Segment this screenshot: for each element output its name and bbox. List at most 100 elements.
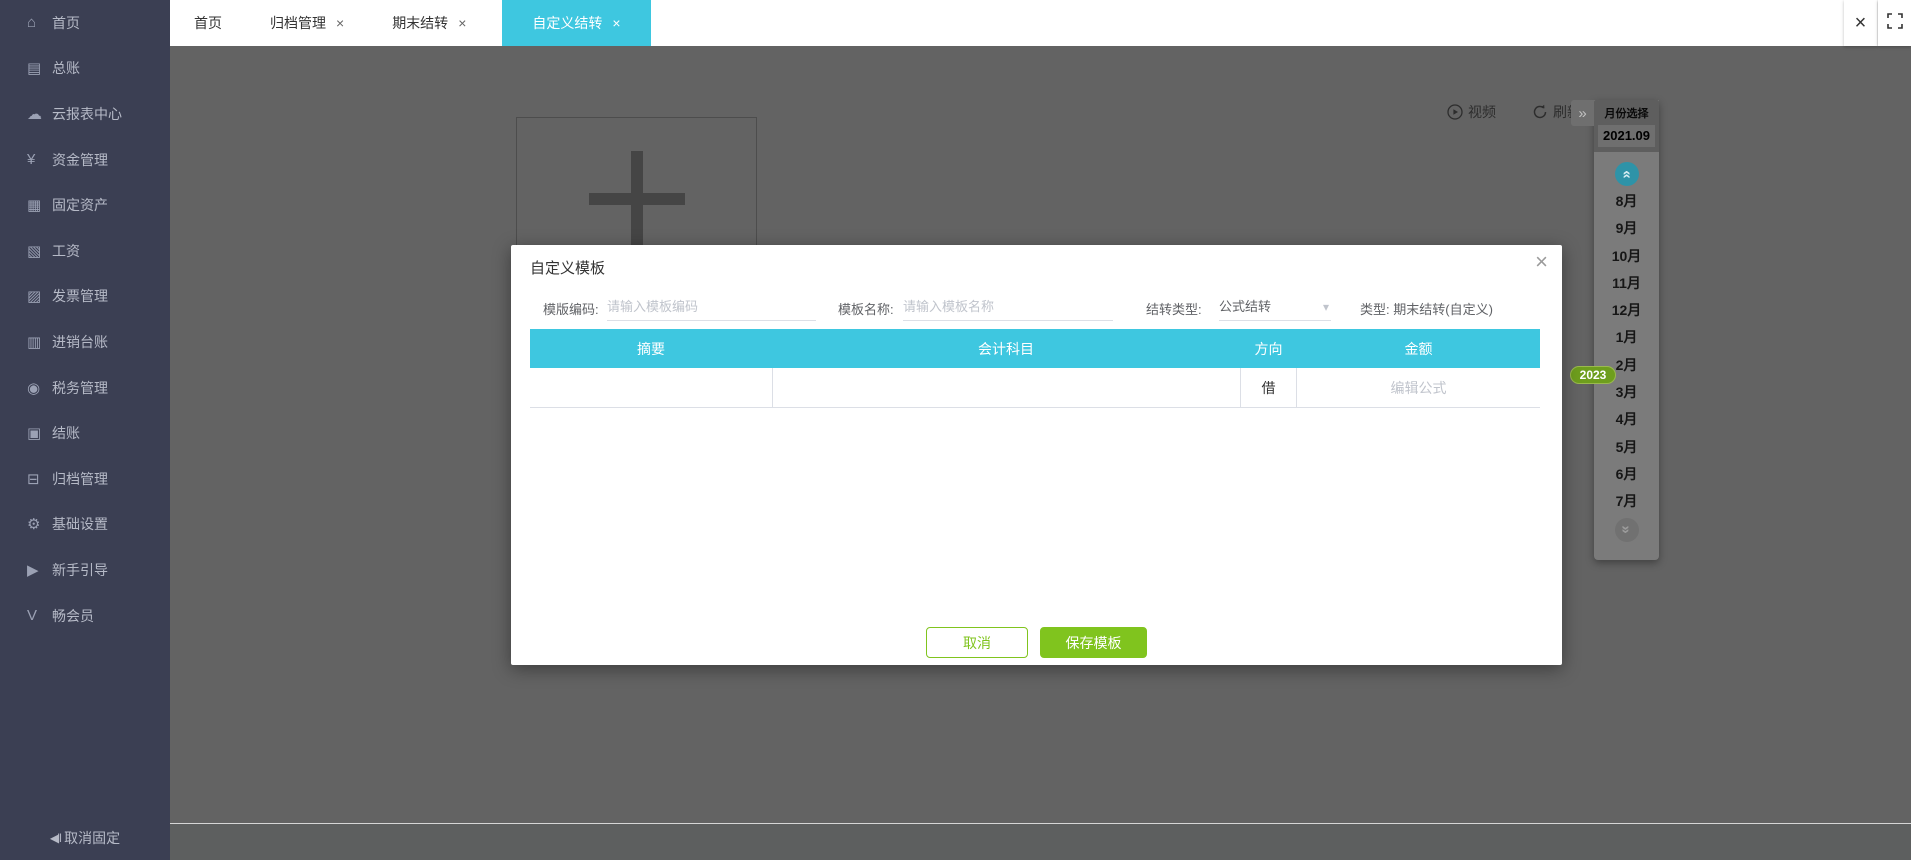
chevron-down-icon: ▾ — [1322, 300, 1329, 314]
sidebar-item-cloud-reports[interactable]: ☁ 云报表中心 — [0, 91, 170, 137]
tab-close-icon[interactable]: × — [458, 15, 466, 31]
tab-close-icon[interactable]: × — [612, 15, 620, 31]
current-period: 2021.09 — [1598, 125, 1655, 147]
video-button[interactable]: 视频 — [1447, 102, 1496, 122]
month-item-may[interactable]: 5月 — [1594, 434, 1659, 461]
sidebar-item-label: 资金管理 — [52, 151, 108, 168]
month-item-apr[interactable]: 4月 — [1594, 406, 1659, 433]
modal-close-icon[interactable]: × — [1535, 249, 1548, 275]
panel-collapse-button[interactable]: » — [1571, 100, 1594, 126]
sidebar-item-label: 工资 — [52, 242, 80, 259]
template-kind-text: 类型: 期末结转(自定义) — [1360, 299, 1493, 318]
modal-title: 自定义模板 — [530, 260, 606, 277]
month-item-jan[interactable]: 1月 — [1594, 324, 1659, 351]
month-item-jul[interactable]: 7月 — [1594, 488, 1659, 515]
sidebar: ⌂ 首页 ▤ 总账 ☁ 云报表中心 ¥ 资金管理 ▦ 固定资产 ▧ 工资 ▨ 发… — [0, 0, 170, 860]
sidebar-item-label: 进销台账 — [52, 333, 108, 350]
col-header-amount: 金额 — [1404, 340, 1433, 357]
sidebar-item-home[interactable]: ⌂ 首页 — [0, 0, 170, 46]
sidebar-item-label: 新手引导 — [52, 561, 108, 578]
month-selector-panel: » 月份选择 2021.09 » 8月 9月 10月 11月 12月 1月 2月… — [1570, 100, 1659, 560]
tab-archive-management[interactable]: 归档管理 × — [246, 0, 368, 46]
sidebar-item-beginner-guide[interactable]: ▶ 新手引导 — [0, 547, 170, 593]
video-label: 视频 — [1468, 104, 1496, 120]
chevron-up-icon: » — [1618, 169, 1635, 179]
tab-close-icon[interactable]: × — [336, 15, 344, 31]
sidebar-item-label: 首页 — [52, 14, 80, 31]
play-circle-icon — [1447, 104, 1463, 120]
sidebar-item-purchase-sales[interactable]: ▥ 进销台账 — [0, 319, 170, 365]
unpin-sidebar-button[interactable]: ◀‖ 取消固定 — [0, 828, 170, 848]
template-code-label: 模版编码: — [543, 302, 599, 317]
content-bottom-strip — [170, 823, 1911, 860]
payroll-icon: ▧ — [27, 242, 42, 260]
sidebar-item-label: 发票管理 — [52, 288, 108, 305]
vip-icon: V — [27, 607, 38, 625]
sidebar-item-tax[interactable]: ◉ 税务管理 — [0, 365, 170, 411]
amount-formula-cell[interactable]: 编辑公式 — [1297, 368, 1540, 407]
sidebar-item-fixed-assets[interactable]: ▦ 固定资产 — [0, 182, 170, 228]
home-icon: ⌂ — [27, 14, 37, 32]
invoice-icon: ▨ — [27, 288, 42, 306]
month-panel-title: 月份选择 — [1604, 108, 1649, 120]
save-template-button[interactable]: 保存模板 — [1040, 627, 1147, 658]
sidebar-item-archive[interactable]: ⊟ 归档管理 — [0, 456, 170, 502]
sidebar-item-general-ledger[interactable]: ▤ 总账 — [0, 46, 170, 92]
tab-period-end-transfer[interactable]: 期末结转 × — [368, 0, 490, 46]
tax-icon: ◉ — [27, 379, 41, 397]
tab-label: 首页 — [194, 15, 222, 31]
kind-value: 期末结转(自定义) — [1393, 302, 1493, 317]
month-item-nov[interactable]: 11月 — [1594, 270, 1659, 297]
tab-custom-transfer-active[interactable]: 自定义结转 × — [502, 0, 651, 46]
sidebar-item-membership[interactable]: V 畅会员 — [0, 593, 170, 639]
account-cell[interactable] — [772, 368, 1240, 407]
custom-template-modal: 自定义模板 × 模版编码: 模板名称: 结转类型: 公式结转 ▾ 类型: 期末结… — [511, 245, 1562, 665]
chevron-right-icon: » — [1578, 104, 1587, 122]
sidebar-item-closing[interactable]: ▣ 结账 — [0, 410, 170, 456]
archive-icon: ⊟ — [27, 470, 40, 488]
month-item-dec[interactable]: 12月 — [1594, 297, 1659, 324]
play-box-icon: ▶ — [27, 561, 39, 579]
template-code-input[interactable] — [607, 293, 816, 321]
building-icon: ▦ — [27, 197, 42, 215]
sidebar-item-label: 税务管理 — [52, 379, 108, 396]
month-list: » 8月 9月 10月 11月 12月 1月 2月 3月 4月 5月 6月 7月… — [1570, 152, 1659, 544]
kind-label: 类型: — [1360, 302, 1390, 317]
sidebar-item-funds[interactable]: ¥ 资金管理 — [0, 137, 170, 183]
col-header-summary: 摘要 — [637, 340, 665, 357]
sidebar-item-label: 基础设置 — [52, 516, 108, 533]
chevron-down-icon: » — [1618, 525, 1635, 534]
direction-cell[interactable]: 借 — [1240, 368, 1297, 407]
app-root: ⌂ 首页 ▤ 总账 ☁ 云报表中心 ¥ 资金管理 ▦ 固定资产 ▧ 工资 ▨ 发… — [0, 0, 1911, 860]
window-close-button[interactable]: × — [1844, 0, 1877, 46]
transfer-type-value: 公式结转 — [1219, 299, 1272, 314]
month-item-jun[interactable]: 6月 — [1594, 461, 1659, 488]
template-entries-table: 摘要 会计科目 方向 金额 借 编辑公式 — [530, 329, 1540, 408]
close-icon: × — [1854, 12, 1867, 34]
sidebar-item-label: 总账 — [52, 60, 80, 77]
template-name-input[interactable] — [903, 293, 1113, 321]
transfer-type-label: 结转类型: — [1146, 302, 1202, 317]
cancel-button[interactable]: 取消 — [926, 627, 1028, 658]
table-header-row: 摘要 会计科目 方向 金额 — [530, 329, 1540, 368]
sidebar-item-label: 固定资产 — [52, 197, 108, 214]
scroll-months-up-button[interactable]: » — [1614, 162, 1639, 186]
month-item-oct[interactable]: 10月 — [1594, 243, 1659, 270]
month-item-aug[interactable]: 8月 — [1594, 188, 1659, 215]
tab-bar: 首页 归档管理 × 期末结转 × 自定义结转 × — [170, 0, 1911, 46]
sidebar-item-payroll[interactable]: ▧ 工资 — [0, 228, 170, 274]
closing-icon: ▣ — [27, 425, 42, 443]
month-item-sep[interactable]: 9月 — [1594, 215, 1659, 242]
window-fullscreen-button[interactable] — [1878, 0, 1911, 46]
ledger-icon: ▤ — [27, 60, 42, 78]
cloud-report-icon: ☁ — [27, 105, 42, 123]
scroll-months-down-button[interactable]: » — [1614, 517, 1639, 542]
tab-home[interactable]: 首页 — [170, 0, 246, 46]
transfer-type-select[interactable]: 公式结转 ▾ — [1219, 293, 1331, 321]
sidebar-item-settings[interactable]: ⚙ 基础设置 — [0, 502, 170, 548]
sidebar-item-invoices[interactable]: ▨ 发票管理 — [0, 274, 170, 320]
sidebar-item-label: 归档管理 — [52, 470, 108, 487]
summary-cell[interactable] — [530, 368, 772, 407]
year-badge: 2023 — [1570, 366, 1616, 384]
fullscreen-icon — [1886, 12, 1903, 34]
